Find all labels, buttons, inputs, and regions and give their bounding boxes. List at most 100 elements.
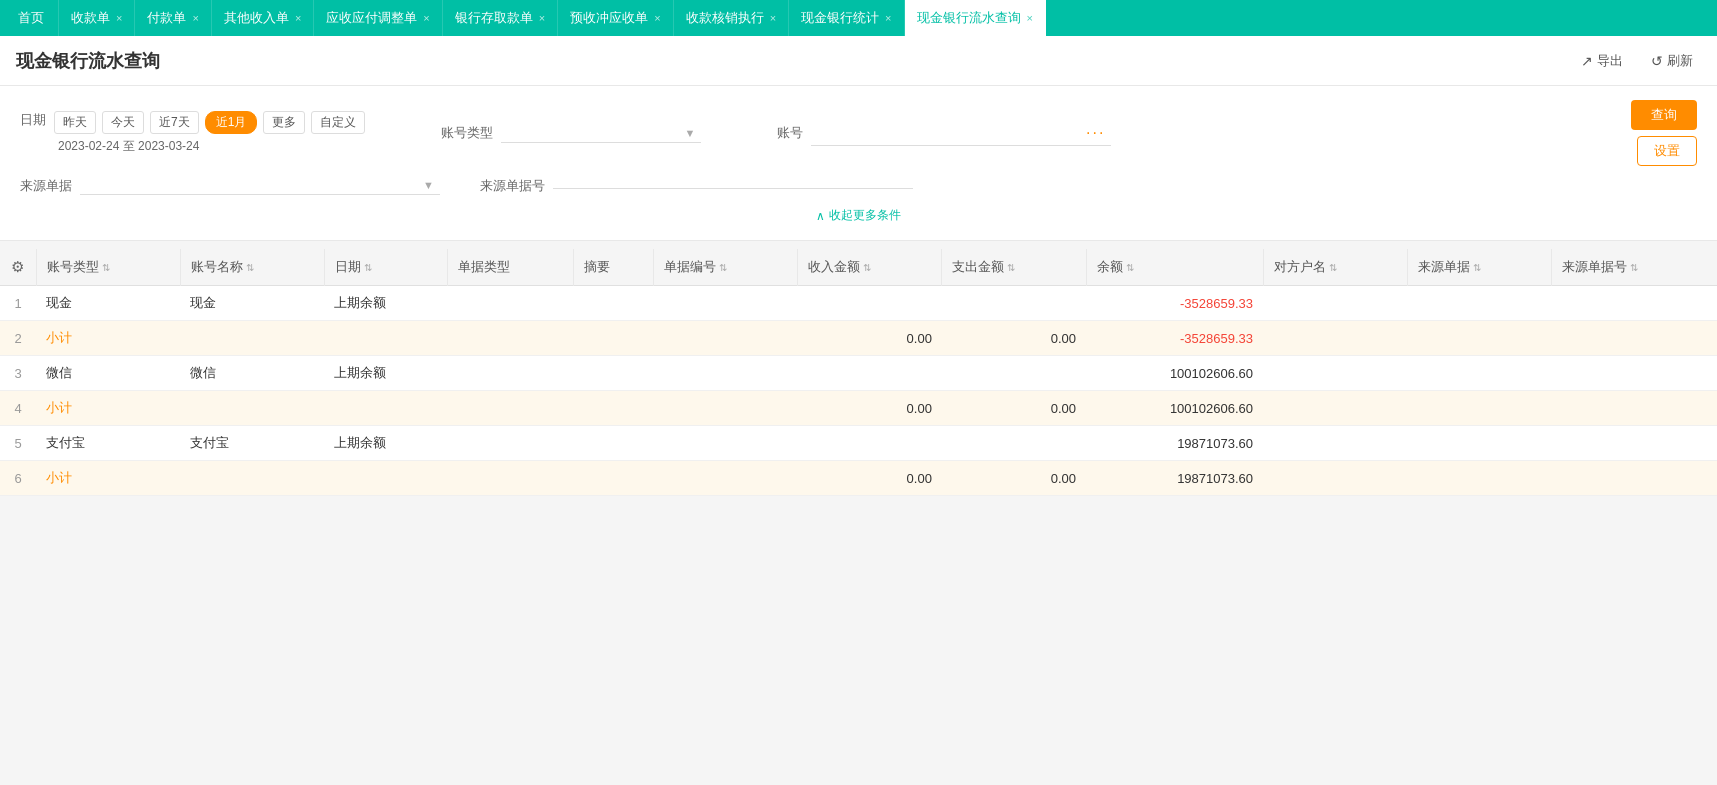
col-settings[interactable]: ⚙ xyxy=(0,249,36,286)
date-yesterday[interactable]: 昨天 xyxy=(54,111,96,134)
row-number: 2 xyxy=(0,321,36,356)
cell-account-name: 微信 xyxy=(180,356,324,391)
cell-date xyxy=(324,391,448,426)
export-button[interactable]: ↗ 导出 xyxy=(1573,48,1631,74)
cell-date: 上期余额 xyxy=(324,426,448,461)
cell-account-type: 支付宝 xyxy=(36,426,180,461)
sort-icon: ⇅ xyxy=(1473,262,1481,273)
close-icon[interactable]: × xyxy=(770,12,776,24)
data-table-container: ⚙ 账号类型 ⇅ 账号名称 ⇅ 日期 xyxy=(0,249,1717,496)
cell-doc-type xyxy=(448,391,573,426)
date-1month[interactable]: 近1月 xyxy=(205,111,258,134)
table-body: 1 现金 现金 上期余额 -3528659.33 2 小计 0.00 0.00 … xyxy=(0,286,1717,496)
close-icon[interactable]: × xyxy=(885,12,891,24)
refresh-icon: ↺ xyxy=(1651,53,1663,69)
cell-balance: -3528659.33 xyxy=(1086,321,1263,356)
col-income: 收入金额 ⇅ xyxy=(798,249,942,286)
cell-source-doc-no xyxy=(1551,426,1717,461)
filter-area: 日期 昨天 今天 近7天 近1月 更多 自定义 2023-02-24 至 202… xyxy=(0,86,1717,241)
cell-account-type: 现金 xyxy=(36,286,180,321)
date-label: 日期 xyxy=(20,111,46,129)
account-filter: 账号 ··· xyxy=(777,121,1111,146)
cell-date: 上期余额 xyxy=(324,356,448,391)
cell-summary xyxy=(573,461,654,496)
close-icon[interactable]: × xyxy=(423,12,429,24)
collapse-filter-bar[interactable]: ∧ 收起更多条件 xyxy=(20,203,1697,226)
nav-home[interactable]: 首页 xyxy=(4,0,59,36)
cell-expense xyxy=(942,356,1086,391)
cell-doc-type xyxy=(448,426,573,461)
nav-tab-fukudan[interactable]: 付款单 × xyxy=(135,0,211,36)
sort-icon: ⇅ xyxy=(1329,262,1337,273)
header-actions: ↗ 导出 ↺ 刷新 xyxy=(1573,48,1701,74)
cell-date xyxy=(324,461,448,496)
cell-source-doc-no xyxy=(1551,321,1717,356)
cell-counterparty xyxy=(1263,391,1407,426)
source-doc-label: 来源单据 xyxy=(20,177,72,195)
cell-account-name: 支付宝 xyxy=(180,426,324,461)
row-number: 5 xyxy=(0,426,36,461)
date-today[interactable]: 今天 xyxy=(102,111,144,134)
date-more[interactable]: 更多 xyxy=(263,111,305,134)
close-icon[interactable]: × xyxy=(295,12,301,24)
account-input[interactable]: ··· xyxy=(811,121,1111,146)
source-doc-num-filter: 来源单据号 xyxy=(480,177,913,195)
cell-counterparty xyxy=(1263,426,1407,461)
nav-tab-yinhangcunqu[interactable]: 银行存取款单 × xyxy=(443,0,558,36)
close-icon[interactable]: × xyxy=(539,12,545,24)
date-7days[interactable]: 近7天 xyxy=(150,111,199,134)
sort-icon: ⇅ xyxy=(863,262,871,273)
filter-row-date: 日期 昨天 今天 近7天 近1月 更多 自定义 2023-02-24 至 202… xyxy=(20,100,1697,166)
cell-summary xyxy=(573,321,654,356)
cell-balance: -3528659.33 xyxy=(1086,286,1263,321)
account-dots-button[interactable]: ··· xyxy=(1086,124,1105,142)
cell-source-doc-no xyxy=(1551,461,1717,496)
cell-summary xyxy=(573,286,654,321)
refresh-button[interactable]: ↺ 刷新 xyxy=(1643,48,1701,74)
col-balance: 余额 ⇅ xyxy=(1086,249,1263,286)
cell-counterparty xyxy=(1263,321,1407,356)
cell-balance: 100102606.60 xyxy=(1086,391,1263,426)
source-doc-num-label: 来源单据号 xyxy=(480,177,545,195)
nav-tab-yingshoutiaozheng[interactable]: 应收应付调整单 × xyxy=(314,0,442,36)
source-doc-select[interactable]: ▼ xyxy=(80,176,440,195)
cell-account-name: 现金 xyxy=(180,286,324,321)
account-type-select[interactable]: ▼ xyxy=(501,124,701,143)
nav-tab-yushouchong[interactable]: 预收冲应收单 × xyxy=(558,0,673,36)
cell-doc-type xyxy=(448,321,573,356)
cell-doc-no xyxy=(654,461,798,496)
row-number: 3 xyxy=(0,356,36,391)
close-icon[interactable]: × xyxy=(654,12,660,24)
date-custom[interactable]: 自定义 xyxy=(311,111,365,134)
source-doc-filter: 来源单据 ▼ xyxy=(20,176,440,195)
col-counterparty: 对方户名 ⇅ xyxy=(1263,249,1407,286)
query-button[interactable]: 查询 xyxy=(1631,100,1697,130)
col-source-doc-no: 来源单据号 ⇅ xyxy=(1551,249,1717,286)
close-icon[interactable]: × xyxy=(192,12,198,24)
cell-source-doc xyxy=(1407,356,1551,391)
nav-tab-shoudan[interactable]: 收款单 × xyxy=(59,0,135,36)
cell-expense: 0.00 xyxy=(942,391,1086,426)
source-doc-num-input[interactable] xyxy=(553,182,913,189)
collapse-icon: ∧ xyxy=(816,209,825,223)
cell-account-type: 微信 xyxy=(36,356,180,391)
setting-button[interactable]: 设置 xyxy=(1637,136,1697,166)
nav-tab-xianjintongji[interactable]: 现金银行统计 × xyxy=(789,0,904,36)
nav-tab-qitashouru[interactable]: 其他收入单 × xyxy=(212,0,314,36)
cell-source-doc-no xyxy=(1551,356,1717,391)
cell-income xyxy=(798,426,942,461)
close-icon[interactable]: × xyxy=(116,12,122,24)
cell-expense: 0.00 xyxy=(942,321,1086,356)
export-icon: ↗ xyxy=(1581,53,1593,69)
table-row: 2 小计 0.00 0.00 -3528659.33 xyxy=(0,321,1717,356)
cell-doc-type xyxy=(448,461,573,496)
col-doc-type: 单据类型 xyxy=(448,249,573,286)
cell-doc-no xyxy=(654,286,798,321)
nav-tab-shoukuanzhixing[interactable]: 收款核销执行 × xyxy=(674,0,789,36)
close-icon[interactable]: × xyxy=(1027,12,1033,24)
nav-tab-liushui[interactable]: 现金银行流水查询 × xyxy=(905,0,1046,36)
account-label: 账号 xyxy=(777,124,803,142)
row-number: 6 xyxy=(0,461,36,496)
sort-icon: ⇅ xyxy=(1007,262,1015,273)
table-row: 1 现金 现金 上期余额 -3528659.33 xyxy=(0,286,1717,321)
